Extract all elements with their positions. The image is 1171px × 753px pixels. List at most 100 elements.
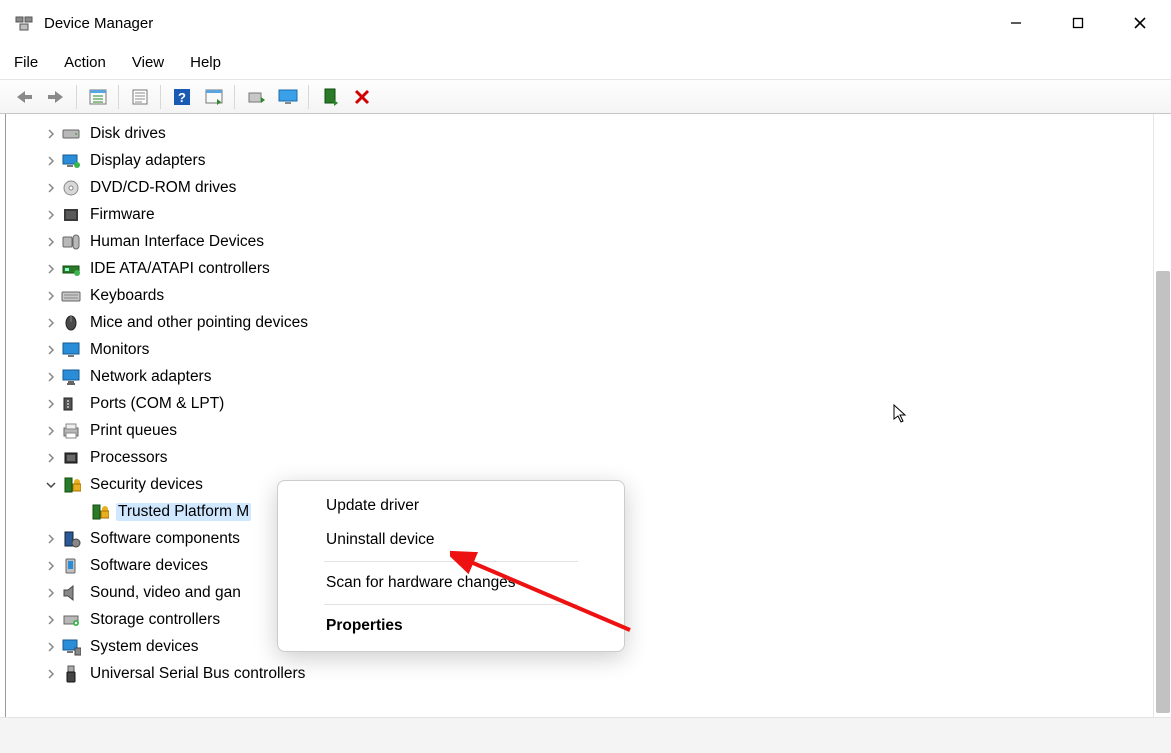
display-icon xyxy=(60,151,82,171)
tree-node-label: Security devices xyxy=(88,476,205,494)
expand-chevron-icon[interactable] xyxy=(42,183,60,193)
firmware-icon xyxy=(60,205,82,225)
vertical-scrollbar[interactable] xyxy=(1153,114,1171,717)
tree-node[interactable]: Mice and other pointing devices xyxy=(42,309,1153,336)
tree-node-label: Human Interface Devices xyxy=(88,233,266,251)
collapse-chevron-icon[interactable] xyxy=(42,480,60,490)
tree-node[interactable]: Firmware xyxy=(42,201,1153,228)
hid-icon xyxy=(60,232,82,252)
tree-node-label: System devices xyxy=(88,638,201,656)
tree-node-label: Disk drives xyxy=(88,125,168,143)
statusbar xyxy=(0,717,1171,753)
show-hide-tree-button[interactable] xyxy=(82,82,114,112)
expand-chevron-icon[interactable] xyxy=(42,372,60,382)
expand-chevron-icon[interactable] xyxy=(42,453,60,463)
expand-chevron-icon[interactable] xyxy=(42,345,60,355)
update-driver-button[interactable] xyxy=(240,82,272,112)
context-menu-item[interactable]: Properties xyxy=(278,609,624,643)
tree-node[interactable]: Disk drives xyxy=(42,120,1153,147)
keyboard-icon xyxy=(60,286,82,306)
uninstall-device-button[interactable] xyxy=(346,82,378,112)
menu-action[interactable]: Action xyxy=(64,54,106,71)
svg-text:?: ? xyxy=(178,90,186,105)
context-menu-item[interactable]: Scan for hardware changes xyxy=(278,566,624,600)
tree-node-label: Display adapters xyxy=(88,152,207,170)
tree-node-label: Firmware xyxy=(88,206,157,224)
tree-node-label: Print queues xyxy=(88,422,179,440)
back-button[interactable] xyxy=(8,82,40,112)
minimize-button[interactable] xyxy=(985,0,1047,46)
menubar: File Action View Help xyxy=(0,46,1171,80)
tree-node-label: IDE ATA/ATAPI controllers xyxy=(88,260,272,278)
expand-chevron-icon[interactable] xyxy=(42,588,60,598)
printer-icon xyxy=(60,421,82,441)
tree-node[interactable]: Ports (COM & LPT) xyxy=(42,390,1153,417)
tree-node[interactable]: Monitors xyxy=(42,336,1153,363)
context-menu-item[interactable]: Uninstall device xyxy=(278,523,624,557)
titlebar: Device Manager xyxy=(0,0,1171,46)
tree-node[interactable]: Display adapters xyxy=(42,147,1153,174)
scrollbar-thumb[interactable] xyxy=(1156,271,1170,713)
tree-node-label: Universal Serial Bus controllers xyxy=(88,665,307,683)
maximize-button[interactable] xyxy=(1047,0,1109,46)
window-title: Device Manager xyxy=(44,15,153,32)
tree-node-label: Network adapters xyxy=(88,368,213,386)
ide-icon xyxy=(60,259,82,279)
expand-chevron-icon[interactable] xyxy=(42,615,60,625)
swcomp-icon xyxy=(60,529,82,549)
cpu-icon xyxy=(60,448,82,468)
expand-chevron-icon[interactable] xyxy=(42,561,60,571)
menu-help[interactable]: Help xyxy=(190,54,221,71)
tree-node[interactable]: IDE ATA/ATAPI controllers xyxy=(42,255,1153,282)
properties-button[interactable] xyxy=(124,82,156,112)
tree-node[interactable]: Universal Serial Bus controllers xyxy=(42,660,1153,687)
expand-chevron-icon[interactable] xyxy=(42,291,60,301)
tree-node-label: Mice and other pointing devices xyxy=(88,314,310,332)
tree-node-label: Sound, video and gan xyxy=(88,584,243,602)
expand-chevron-icon[interactable] xyxy=(42,156,60,166)
tree-node[interactable]: Human Interface Devices xyxy=(42,228,1153,255)
monitor-button[interactable] xyxy=(272,82,304,112)
expand-chevron-icon[interactable] xyxy=(42,318,60,328)
tree-node[interactable]: Processors xyxy=(42,444,1153,471)
scan-button[interactable] xyxy=(198,82,230,112)
tree-node-label: Monitors xyxy=(88,341,151,359)
sound-icon xyxy=(60,583,82,603)
menu-file[interactable]: File xyxy=(14,54,38,71)
forward-button[interactable] xyxy=(40,82,72,112)
usb-icon xyxy=(60,664,82,684)
expand-chevron-icon[interactable] xyxy=(42,399,60,409)
port-icon xyxy=(60,394,82,414)
tree-node[interactable]: Network adapters xyxy=(42,363,1153,390)
expand-chevron-icon[interactable] xyxy=(42,210,60,220)
monitor-icon xyxy=(60,340,82,360)
menu-separator xyxy=(324,604,578,605)
network-icon xyxy=(60,367,82,387)
tree-node-label: DVD/CD-ROM drives xyxy=(88,179,238,197)
tpm-icon xyxy=(88,502,110,522)
tree-node-label: Keyboards xyxy=(88,287,166,305)
expand-chevron-icon[interactable] xyxy=(42,669,60,679)
disk-icon xyxy=(60,124,82,144)
content-area: Disk drives Display adapters DVD/CD-ROM … xyxy=(0,114,1171,717)
tree-node-label: Processors xyxy=(88,449,170,467)
device-manager-app-icon xyxy=(14,13,34,33)
tree-node-label: Trusted Platform M xyxy=(116,503,251,521)
help-button[interactable]: ? xyxy=(166,82,198,112)
tree-node[interactable]: Print queues xyxy=(42,417,1153,444)
tree-node-label: Ports (COM & LPT) xyxy=(88,395,226,413)
enable-device-button[interactable] xyxy=(314,82,346,112)
close-button[interactable] xyxy=(1109,0,1171,46)
dvd-icon xyxy=(60,178,82,198)
tree-node[interactable]: DVD/CD-ROM drives xyxy=(42,174,1153,201)
expand-chevron-icon[interactable] xyxy=(42,642,60,652)
menu-view[interactable]: View xyxy=(132,54,164,71)
context-menu: Update driverUninstall device Scan for ha… xyxy=(277,480,625,652)
expand-chevron-icon[interactable] xyxy=(42,534,60,544)
expand-chevron-icon[interactable] xyxy=(42,237,60,247)
context-menu-item[interactable]: Update driver xyxy=(278,489,624,523)
tree-node[interactable]: Keyboards xyxy=(42,282,1153,309)
expand-chevron-icon[interactable] xyxy=(42,264,60,274)
expand-chevron-icon[interactable] xyxy=(42,129,60,139)
expand-chevron-icon[interactable] xyxy=(42,426,60,436)
